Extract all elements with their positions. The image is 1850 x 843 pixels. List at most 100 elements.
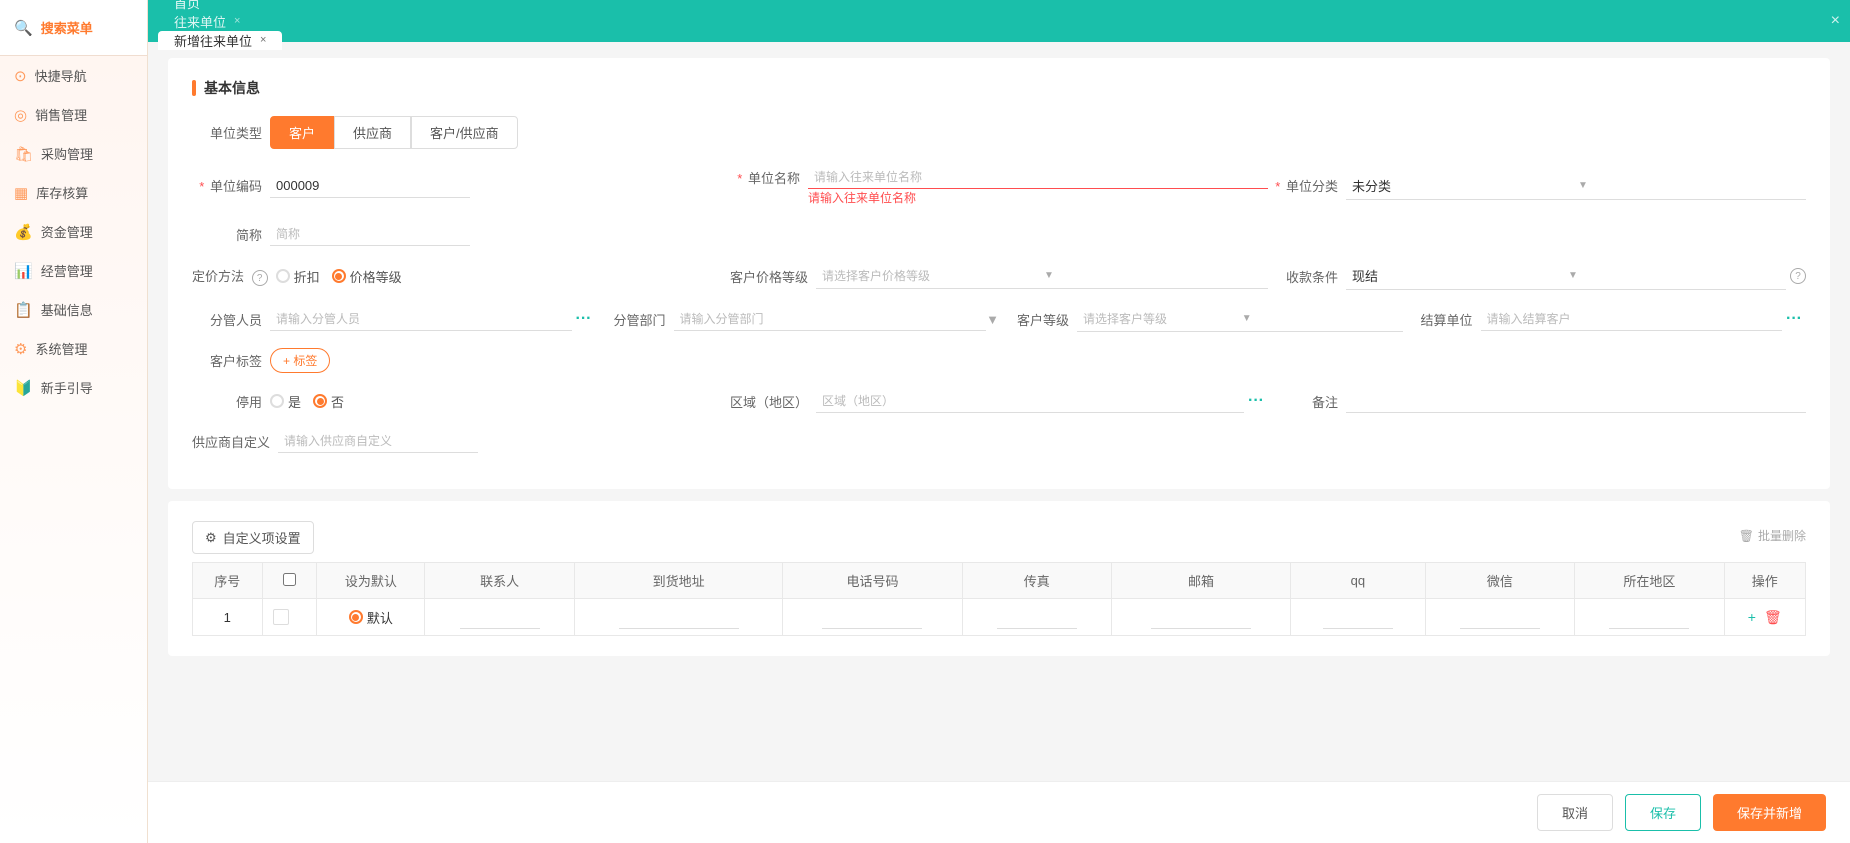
address-input-0[interactable]	[619, 605, 739, 629]
contact-input-0[interactable]	[460, 605, 540, 629]
unit-code-input[interactable]	[270, 174, 470, 198]
add-tag-button[interactable]: + 标签	[270, 348, 330, 373]
default-cell[interactable]: 默认	[317, 599, 425, 636]
abbr-input[interactable]	[270, 222, 470, 246]
region-cell[interactable]	[1575, 599, 1724, 636]
qq-input-0[interactable]	[1323, 605, 1393, 629]
email-input-0[interactable]	[1151, 605, 1251, 629]
phone-input-0[interactable]	[822, 605, 922, 629]
fax-input-0[interactable]	[997, 605, 1077, 629]
unit-name-error: 请输入往来单位名称	[808, 191, 916, 205]
pricing-help-icon[interactable]: ?	[252, 270, 268, 286]
fax-cell[interactable]	[962, 599, 1111, 636]
inventory-icon: ▦	[14, 184, 28, 202]
tab-label-new-partner: 新增往来单位	[174, 31, 252, 50]
sidebar-item-inventory[interactable]: ▦库存核算	[0, 173, 147, 212]
wechat-cell[interactable]	[1425, 599, 1574, 636]
sidebar-item-finance[interactable]: 💰资金管理	[0, 212, 147, 251]
disabled-no-radio[interactable]: 否	[313, 392, 344, 411]
unit-name-field: * 单位名称 请输入往来单位名称	[730, 165, 1268, 206]
remark-input[interactable]	[1346, 389, 1806, 413]
sidebar-item-sales[interactable]: ◎销售管理	[0, 95, 147, 134]
title-bar-icon	[192, 80, 196, 96]
table-card: ⚙ 自定义项设置 🗑 批量删除 序号设为默认联系人到货地址电话号码传真邮箱qq微…	[168, 501, 1830, 656]
checkbox-cell[interactable]	[262, 599, 317, 636]
unit-name-input[interactable]	[808, 165, 1268, 189]
del-row-button-0[interactable]: 🗑	[1764, 609, 1782, 626]
email-cell[interactable]	[1111, 599, 1290, 636]
address-cell[interactable]	[574, 599, 783, 636]
tab-home[interactable]: 首页	[158, 0, 282, 12]
unit-type-field: 单位类型 客户供应商客户/供应商	[192, 116, 1806, 149]
wechat-input-0[interactable]	[1460, 605, 1540, 629]
table-col-2: 设为默认	[317, 563, 425, 599]
settlement-field: 结算单位 ···	[1403, 307, 1807, 331]
pricing-level-radio[interactable]: 价格等级	[332, 267, 402, 286]
guide-icon: 🔰	[14, 379, 33, 397]
row-checkbox-0[interactable]	[273, 609, 289, 625]
select-all-checkbox[interactable]	[283, 573, 296, 586]
sales-icon: ◎	[14, 106, 27, 124]
region-input[interactable]	[816, 389, 1244, 413]
payment-help-icon[interactable]: ?	[1790, 268, 1806, 284]
unit-type-both-button[interactable]: 客户/供应商	[411, 116, 518, 149]
custom-settings-button[interactable]: ⚙ 自定义项设置	[192, 521, 314, 554]
batch-delete-button[interactable]: 🗑 批量删除	[1739, 527, 1806, 544]
tab-new-partner[interactable]: 新增往来单位 ×	[158, 31, 282, 50]
sidebar-item-basic[interactable]: 📋基础信息	[0, 290, 147, 329]
table-col-11: 操作	[1724, 563, 1805, 599]
customer-price-select[interactable]: 请选择客户价格等级 ▼	[816, 263, 1268, 289]
table-col-10: 所在地区	[1575, 563, 1724, 599]
save-new-button[interactable]: 保存并新增	[1713, 794, 1826, 831]
payment-terms-select[interactable]: 现结 ▼	[1346, 262, 1786, 290]
close-all-button[interactable]: ×	[1831, 12, 1840, 30]
tab-partner-list[interactable]: 往来单位 ×	[158, 12, 282, 31]
unit-type-supplier-button[interactable]: 供应商	[334, 116, 411, 149]
manager-more-button[interactable]: ···	[572, 310, 596, 328]
sidebar-item-quick-nav[interactable]: ⊙快捷导航	[0, 56, 147, 95]
unit-type-row: 单位类型 客户供应商客户/供应商	[192, 116, 1806, 149]
dept-field: 分管部门 ▼	[596, 307, 1000, 331]
manager-input[interactable]	[270, 307, 572, 331]
disabled-radio-group: 是 否	[270, 392, 344, 411]
tab-close-new-partner[interactable]: ×	[260, 34, 266, 46]
sidebar-item-system[interactable]: ⚙系统管理	[0, 329, 147, 368]
pricing-discount-radio[interactable]: 折扣	[276, 267, 320, 286]
sidebar-item-guide[interactable]: 🔰新手引导	[0, 368, 147, 407]
pricing-label: 定价方法 ?	[192, 266, 268, 287]
sidebar-search[interactable]: 🔍 搜索菜单	[0, 10, 147, 45]
contact-table: 序号设为默认联系人到货地址电话号码传真邮箱qq微信所在地区操作 1 默认 + 🗑	[192, 562, 1806, 636]
pricing-radio-group: 折扣 价格等级	[276, 267, 402, 286]
table-header-row: 序号设为默认联系人到货地址电话号码传真邮箱qq微信所在地区操作	[193, 563, 1806, 599]
cancel-button[interactable]: 取消	[1537, 794, 1613, 831]
unit-type-customer-button[interactable]: 客户	[270, 116, 334, 149]
sidebar-search-label: 搜索菜单	[41, 18, 93, 37]
purchase-icon: 🛍	[14, 145, 33, 163]
manager-field: 分管人员 ···	[192, 307, 596, 331]
add-row-button-0[interactable]: +	[1748, 609, 1756, 625]
default-radio-0[interactable]	[349, 610, 363, 624]
region-more-button[interactable]: ···	[1244, 392, 1268, 410]
table-col-5: 电话号码	[783, 563, 962, 599]
contact-cell[interactable]	[425, 599, 574, 636]
qq-cell[interactable]	[1291, 599, 1426, 636]
table-col-8: qq	[1291, 563, 1426, 599]
table-col-1	[262, 563, 317, 599]
tab-label-partner-list: 往来单位	[174, 12, 226, 31]
sidebar-item-purchase[interactable]: 🛍采购管理	[0, 134, 147, 173]
settlement-input[interactable]	[1481, 307, 1783, 331]
supplier-custom-input[interactable]	[278, 429, 478, 453]
sidebar-item-operation[interactable]: 📊经营管理	[0, 251, 147, 290]
customer-level-select[interactable]: 请选择客户等级 ▼	[1077, 306, 1403, 332]
section-title: 基本信息	[192, 78, 1806, 98]
tab-close-partner-list[interactable]: ×	[234, 15, 240, 27]
save-button[interactable]: 保存	[1625, 794, 1701, 831]
settlement-more-button[interactable]: ···	[1782, 310, 1806, 328]
unit-name-label: * 单位名称	[730, 168, 800, 187]
finance-icon: 💰	[14, 223, 33, 241]
unit-category-select[interactable]: 未分类 ▼	[1346, 172, 1806, 200]
phone-cell[interactable]	[783, 599, 962, 636]
row-region-input-0[interactable]	[1609, 605, 1689, 629]
disabled-yes-radio[interactable]: 是	[270, 392, 301, 411]
dept-input[interactable]	[674, 307, 987, 331]
